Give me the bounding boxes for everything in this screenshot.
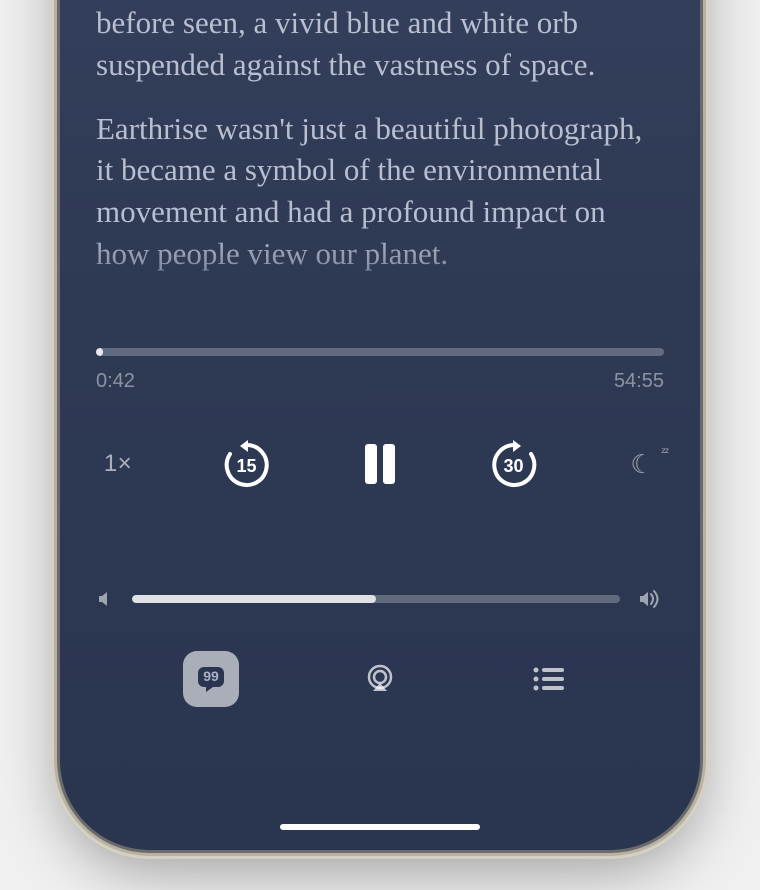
- transport-controls: 1× 15: [96, 437, 664, 491]
- volume-slider[interactable]: [132, 595, 620, 603]
- volume-fill: [132, 595, 376, 603]
- sleep-timer-button[interactable]: ☾: [620, 449, 664, 480]
- bottom-actions: 99: [96, 651, 664, 707]
- transcript-view[interactable]: showed our planet in a way people had ne…: [96, 0, 664, 340]
- list-icon: [532, 666, 566, 692]
- progress-fill: [96, 348, 103, 356]
- playback-progress: 0:42 54:55: [96, 348, 664, 393]
- quote-bubble-icon: 99: [194, 662, 228, 696]
- time-elapsed: 0:42: [96, 370, 135, 393]
- phone-frame: showed our planet in a way people had ne…: [60, 0, 700, 850]
- progress-track[interactable]: [96, 348, 664, 356]
- playback-speed-button[interactable]: 1×: [96, 450, 140, 478]
- queue-button[interactable]: [521, 651, 577, 707]
- skip-back-seconds: 15: [220, 437, 274, 491]
- home-indicator[interactable]: [280, 824, 480, 830]
- pause-button[interactable]: [353, 437, 407, 491]
- transcript-paragraph: Earthrise wasn't just a beautiful photog…: [96, 108, 664, 275]
- player-screen: showed our planet in a way people had ne…: [60, 0, 700, 850]
- time-remaining: 54:55: [614, 370, 664, 393]
- skip-forward-button[interactable]: 30: [487, 437, 541, 491]
- volume-high-icon: [638, 589, 664, 609]
- transcript-button[interactable]: 99: [183, 651, 239, 707]
- volume-low-icon: [96, 590, 114, 608]
- moon-icon: ☾: [630, 449, 653, 480]
- volume-control: [96, 589, 664, 609]
- progress-times: 0:42 54:55: [96, 370, 664, 393]
- airplay-button[interactable]: [352, 651, 408, 707]
- skip-forward-seconds: 30: [487, 437, 541, 491]
- airplay-icon: [362, 661, 398, 697]
- skip-back-button[interactable]: 15: [220, 437, 274, 491]
- pause-icon: [353, 437, 407, 491]
- svg-text:99: 99: [203, 668, 219, 684]
- transcript-paragraph: showed our planet in a way people had ne…: [96, 0, 664, 86]
